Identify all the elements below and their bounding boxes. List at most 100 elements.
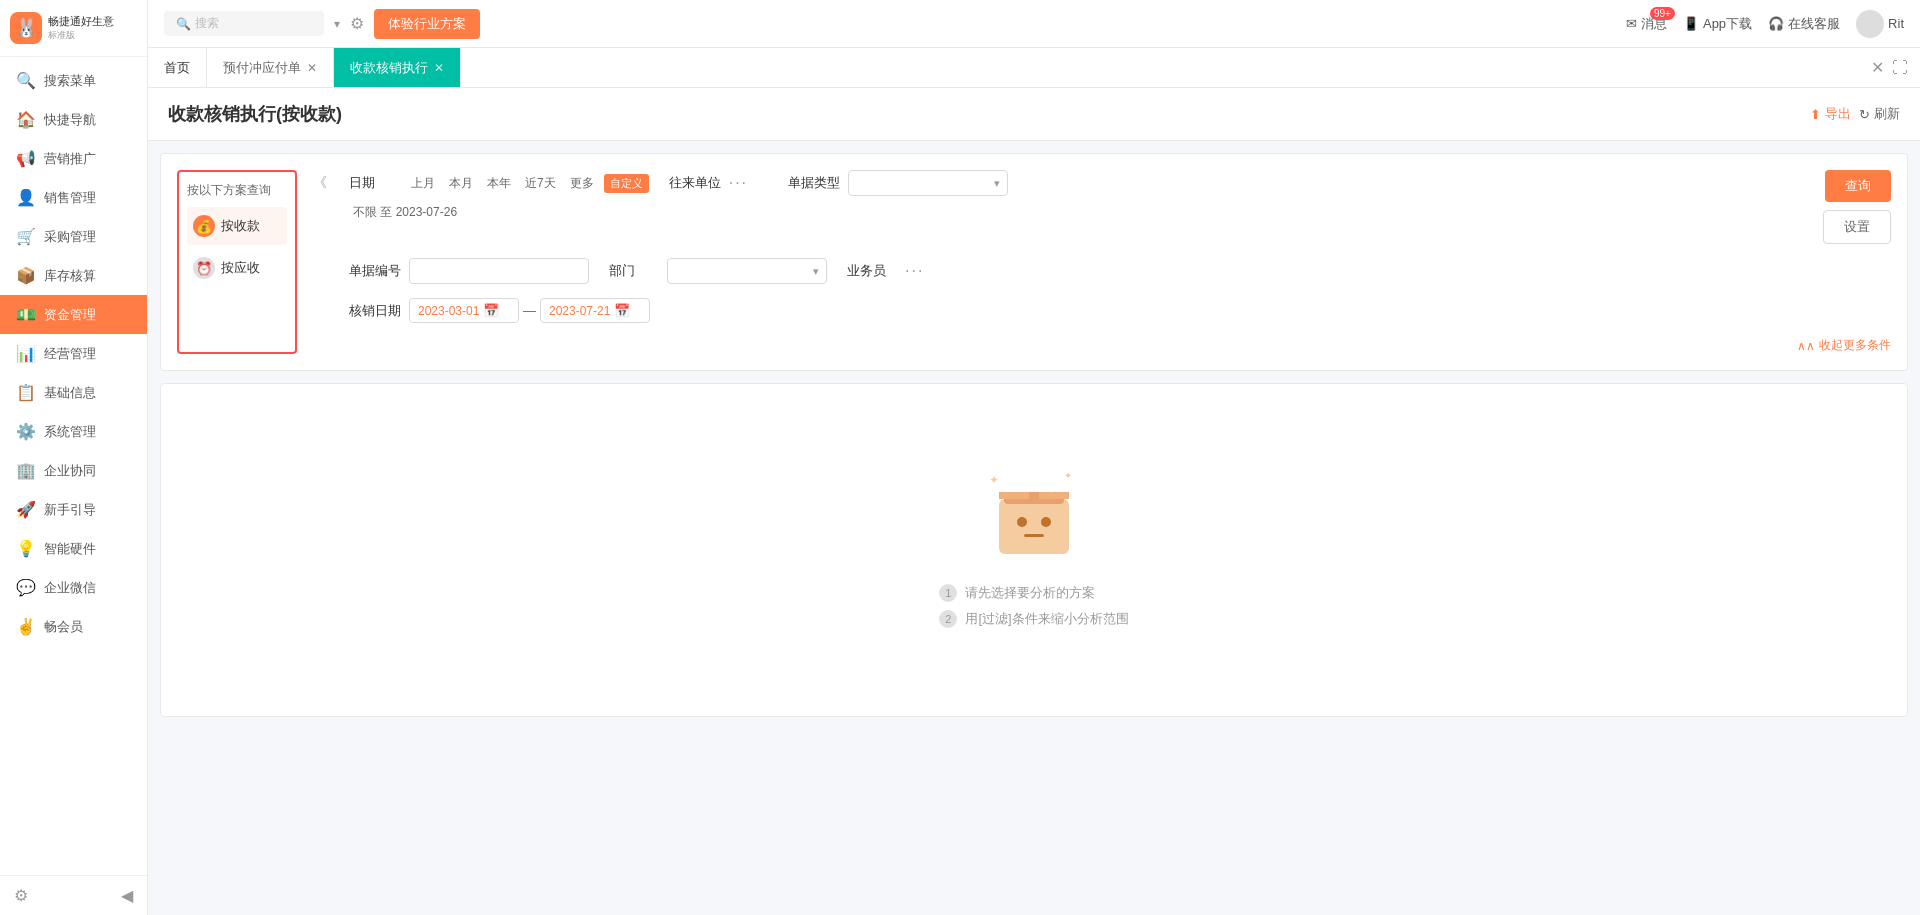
quick-nav-icon: 🏠: [16, 110, 36, 129]
date-this-month-btn[interactable]: 本月: [445, 173, 477, 194]
verify-date-from-input[interactable]: 2023-03-01 📅: [409, 298, 519, 323]
settings-gear-icon[interactable]: ⚙: [14, 886, 28, 905]
user-avatar: [1856, 10, 1884, 38]
collapse-icon: 《: [313, 174, 327, 192]
collapse-more-button[interactable]: ∧∧ 收起更多条件: [1797, 337, 1891, 354]
sidebar-item-sales[interactable]: 👤 销售管理: [0, 178, 147, 217]
enterprise-icon: 🏢: [16, 461, 36, 480]
online-service-button[interactable]: 🎧 在线客服: [1768, 15, 1840, 33]
tab-prepay-label: 预付冲应付单: [223, 59, 301, 77]
verify-date-to-calendar-icon[interactable]: 📅: [614, 303, 630, 318]
message-icon: ✉: [1626, 16, 1637, 31]
topbar-gear-icon[interactable]: ⚙: [350, 14, 364, 33]
sidebar-item-label: 搜索菜单: [44, 72, 96, 90]
message-button[interactable]: ✉ 消息 99+: [1626, 15, 1667, 33]
by-receipt-icon: 💰: [193, 215, 215, 237]
export-icon: ⬆: [1810, 107, 1821, 122]
filter-row-verify-date: 核销日期 2023-03-01 📅 — 2023-07-21 📅: [349, 298, 1891, 323]
sidebar-item-wechat[interactable]: 💬 企业微信: [0, 568, 147, 607]
verify-date-from-value: 2023-03-01: [418, 304, 479, 318]
sidebar-item-label: 系统管理: [44, 423, 96, 441]
tab-receipt-cancel[interactable]: 收款核销执行 ✕: [334, 48, 461, 87]
topbar: 🔍 搜索 ▾ ⚙ 体验行业方案 ✉ 消息 99+ 📱 App下载 🎧 在线客服: [148, 0, 1920, 48]
date-custom-tag[interactable]: 自定义: [604, 174, 649, 193]
refresh-button[interactable]: ↻ 刷新: [1859, 105, 1900, 123]
sidebar-item-label: 库存核算: [44, 267, 96, 285]
topbar-search-box[interactable]: 🔍 搜索: [164, 11, 324, 36]
settings-button[interactable]: 设置: [1823, 210, 1891, 244]
dept-select[interactable]: [667, 258, 827, 284]
filter-method-panel: 按以下方案查询 💰 按收款 ⏰ 按应收: [177, 170, 297, 354]
query-button[interactable]: 查询: [1825, 170, 1891, 202]
empty-text: 1 请先选择要分析的方案 2 用[过滤]条件来缩小分析范围: [939, 584, 1128, 636]
by-receipt-label: 按收款: [221, 217, 260, 235]
system-icon: ⚙️: [16, 422, 36, 441]
tab-expand-icon[interactable]: ⛶: [1892, 59, 1908, 77]
voucher-type-select[interactable]: [848, 170, 1008, 196]
tabbar-right: ✕ ⛶: [1859, 58, 1920, 77]
logo-icon: 🐰: [10, 12, 42, 44]
voucher-type-label: 单据类型: [788, 174, 840, 192]
sidebar-item-operations[interactable]: 📊 经营管理: [0, 334, 147, 373]
filter-row-2: 单据编号 部门 ▾ 业务员 ···: [349, 258, 1891, 284]
tab-prepay[interactable]: 预付冲应付单 ✕: [207, 48, 334, 87]
voucher-no-label: 单据编号: [349, 262, 401, 280]
verify-date-to-value: 2023-07-21: [549, 304, 610, 318]
sidebar-item-inventory[interactable]: 📦 库存核算: [0, 256, 147, 295]
dept-label: 部门: [609, 262, 659, 280]
sidebar-item-label: 资金管理: [44, 306, 96, 324]
counterpart-dots[interactable]: ···: [729, 174, 748, 192]
sidebar-item-purchase[interactable]: 🛒 采购管理: [0, 217, 147, 256]
tab-close-all-icon[interactable]: ✕: [1871, 58, 1884, 77]
verify-date-from-calendar-icon[interactable]: 📅: [483, 303, 499, 318]
sidebar-item-search-menu[interactable]: 🔍 搜索菜单: [0, 61, 147, 100]
voucher-type-select-wrap: ▾: [848, 170, 1008, 196]
sidebar-item-member[interactable]: ✌️ 畅会员: [0, 607, 147, 646]
tab-prepay-close-icon[interactable]: ✕: [307, 61, 317, 75]
date-last-month-btn[interactable]: 上月: [407, 173, 439, 194]
hardware-icon: 💡: [16, 539, 36, 558]
date-label: 日期: [349, 174, 399, 192]
industry-solution-button[interactable]: 体验行业方案: [374, 9, 480, 39]
empty-num-1: 1: [939, 584, 957, 602]
date-more-btn[interactable]: 更多: [566, 173, 598, 194]
collapse-sidebar-icon[interactable]: ◀: [121, 886, 133, 905]
staff-filter-group: 业务员 ···: [847, 262, 924, 280]
filter-option-by-receivable[interactable]: ⏰ 按应收: [187, 249, 287, 287]
app-download-button[interactable]: 📱 App下载: [1683, 15, 1752, 33]
staff-dots[interactable]: ···: [905, 262, 924, 280]
sidebar-item-label: 销售管理: [44, 189, 96, 207]
export-button[interactable]: ⬆ 导出: [1810, 105, 1851, 123]
tab-home[interactable]: 首页: [148, 48, 207, 87]
search-icon: 🔍: [176, 17, 191, 31]
voucher-no-filter-group: 单据编号: [349, 258, 589, 284]
user-name: Rit: [1888, 16, 1904, 31]
date-this-year-btn[interactable]: 本年: [483, 173, 515, 194]
voucher-no-input[interactable]: [409, 258, 589, 284]
filter-collapse-button[interactable]: 《: [313, 170, 333, 354]
filter-method-title: 按以下方案查询: [187, 182, 287, 199]
verify-date-to-input[interactable]: 2023-07-21 📅: [540, 298, 650, 323]
topbar-dropdown-arrow[interactable]: ▾: [334, 17, 340, 31]
tab-receipt-cancel-label: 收款核销执行: [350, 59, 428, 77]
user-menu[interactable]: Rit: [1856, 10, 1904, 38]
sidebar-item-finance[interactable]: 💵 资金管理: [0, 295, 147, 334]
sidebar-item-guide[interactable]: 🚀 新手引导: [0, 490, 147, 529]
sidebar-item-basic-info[interactable]: 📋 基础信息: [0, 373, 147, 412]
date-shortcuts: 上月 本月 本年 近7天 更多 自定义: [407, 173, 649, 194]
counterpart-label: 往来单位: [669, 174, 721, 192]
tab-receipt-cancel-close-icon[interactable]: ✕: [434, 61, 444, 75]
sidebar-item-label: 基础信息: [44, 384, 96, 402]
svg-text:·: ·: [1054, 487, 1056, 496]
counterpart-filter-group: 往来单位 ···: [669, 174, 748, 192]
empty-hint-1-label: 请先选择要分析的方案: [965, 584, 1095, 602]
date-last-7days-btn[interactable]: 近7天: [521, 173, 560, 194]
sidebar-item-marketing[interactable]: 📢 营销推广: [0, 139, 147, 178]
svg-point-5: [1041, 517, 1051, 527]
sidebar-item-quick-nav[interactable]: 🏠 快捷导航: [0, 100, 147, 139]
sidebar-item-system[interactable]: ⚙️ 系统管理: [0, 412, 147, 451]
filter-option-by-receipt[interactable]: 💰 按收款: [187, 207, 287, 245]
sidebar-item-hardware[interactable]: 💡 智能硬件: [0, 529, 147, 568]
app-download-label: App下载: [1703, 15, 1752, 33]
sidebar-item-enterprise[interactable]: 🏢 企业协同: [0, 451, 147, 490]
